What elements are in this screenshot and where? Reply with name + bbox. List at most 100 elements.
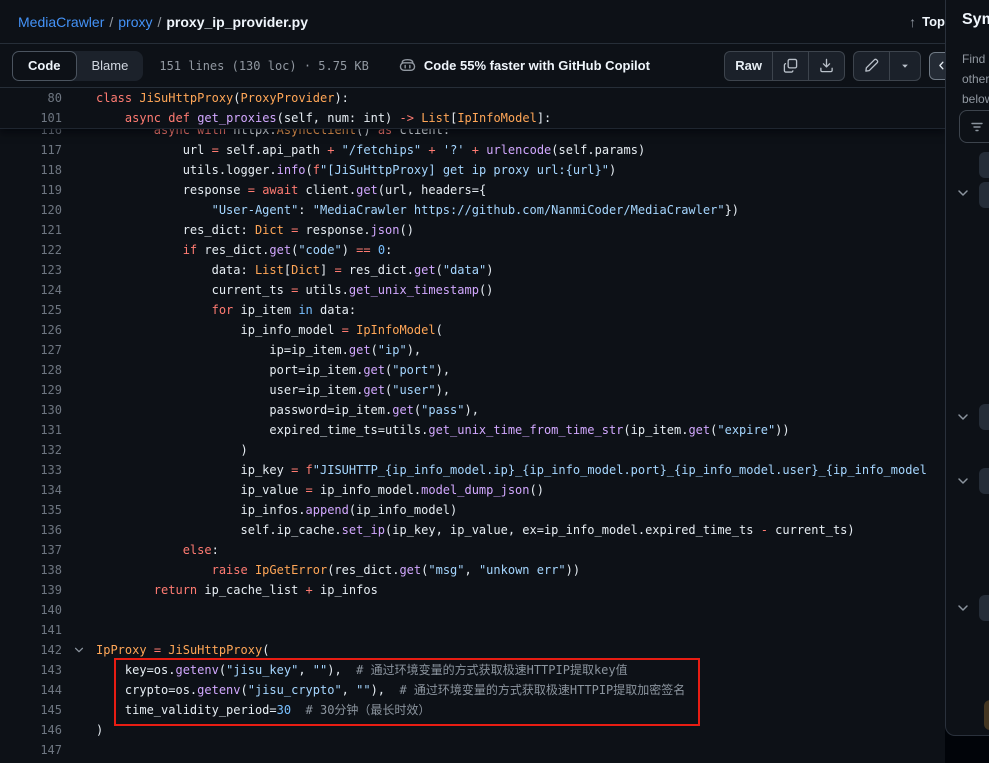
code-line: 119 response = await client.get(url, hea… xyxy=(0,180,945,200)
symbol-list-item[interactable] xyxy=(979,152,989,178)
code-text: ) xyxy=(96,440,945,460)
line-number[interactable]: 137 xyxy=(0,540,62,560)
symbol-list-item[interactable] xyxy=(979,595,989,621)
code-line: 141 xyxy=(0,620,945,640)
code-text xyxy=(96,620,945,640)
line-number[interactable]: 143 xyxy=(0,660,62,680)
line-number[interactable]: 126 xyxy=(0,320,62,340)
code-fold-gutter xyxy=(62,220,96,240)
sticky-code-line: 101 async def get_proxies(self, num: int… xyxy=(0,108,945,128)
code-text: self.ip_cache.set_ip(ip_key, ip_value, e… xyxy=(96,520,945,540)
code-fold-gutter xyxy=(62,660,96,680)
code-fold-gutter xyxy=(62,460,96,480)
code-fold-gutter xyxy=(62,260,96,280)
code-text: key=os.getenv("jisu_key", ""), # 通过环境变量的… xyxy=(96,660,945,680)
code-line: 145 time_validity_period=30 # 30分钟（最长时效） xyxy=(0,700,945,720)
line-number[interactable]: 80 xyxy=(0,88,62,108)
code-text: response = await client.get(url, headers… xyxy=(96,180,945,200)
line-number[interactable]: 101 xyxy=(0,108,62,128)
code-text: url = self.api_path + "/fetchips" + '?' … xyxy=(96,140,945,160)
code-text xyxy=(96,740,945,760)
scroll-to-top-button[interactable]: ↑ Top xyxy=(909,14,945,30)
line-number[interactable]: 146 xyxy=(0,720,62,740)
line-number[interactable]: 133 xyxy=(0,460,62,480)
code-fold-gutter xyxy=(62,560,96,580)
code-line: 122 if res_dict.get("code") == 0: xyxy=(0,240,945,260)
line-number[interactable]: 121 xyxy=(0,220,62,240)
line-number[interactable]: 132 xyxy=(0,440,62,460)
code-fold-gutter xyxy=(62,280,96,300)
breadcrumb-repo-link[interactable]: MediaCrawler xyxy=(18,14,104,30)
chevron-down-icon[interactable] xyxy=(956,410,970,424)
line-number[interactable]: 127 xyxy=(0,340,62,360)
line-number[interactable]: 119 xyxy=(0,180,62,200)
code-fold-gutter xyxy=(62,700,96,720)
code-line: 138 raise IpGetError(res_dict.get("msg",… xyxy=(0,560,945,580)
line-number[interactable]: 120 xyxy=(0,200,62,220)
code-line: 128 port=ip_item.get("port"), xyxy=(0,360,945,380)
copilot-banner[interactable]: Code 55% faster with GitHub Copilot xyxy=(399,57,650,74)
code-fold-gutter xyxy=(62,240,96,260)
line-number[interactable]: 141 xyxy=(0,620,62,640)
chevron-down-icon[interactable] xyxy=(956,474,970,488)
edit-file-button[interactable] xyxy=(854,52,889,80)
line-number[interactable]: 125 xyxy=(0,300,62,320)
line-number[interactable]: 124 xyxy=(0,280,62,300)
line-number[interactable]: 128 xyxy=(0,360,62,380)
line-number[interactable]: 147 xyxy=(0,740,62,760)
breadcrumb-folder-link[interactable]: proxy xyxy=(118,14,152,30)
code-line: 144 crypto=os.getenv("jisu_crypto", ""),… xyxy=(0,680,945,700)
symbols-panel-heading: Symbols xyxy=(962,11,989,29)
line-number[interactable]: 140 xyxy=(0,600,62,620)
code-line: 118 utils.logger.info(f"[JiSuHttpProxy] … xyxy=(0,160,945,180)
symbols-panel: Symbols Find other below xyxy=(945,0,989,736)
line-number[interactable]: 135 xyxy=(0,500,62,520)
code-fold-gutter xyxy=(62,300,96,320)
code-fold-gutter xyxy=(62,140,96,160)
tab-code[interactable]: Code xyxy=(12,51,77,81)
line-number[interactable]: 144 xyxy=(0,680,62,700)
line-number[interactable]: 123 xyxy=(0,260,62,280)
copilot-icon xyxy=(399,57,416,74)
code-text: password=ip_item.get("pass"), xyxy=(96,400,945,420)
line-number[interactable]: 139 xyxy=(0,580,62,600)
code-text: crypto=os.getenv("jisu_crypto", ""), # 通… xyxy=(96,680,945,700)
edit-dropdown-button[interactable] xyxy=(890,52,920,80)
copy-raw-button[interactable] xyxy=(773,52,808,80)
code-line: 133 ip_key = f"JISUHTTP_{ip_info_model.i… xyxy=(0,460,945,480)
symbol-list-item[interactable] xyxy=(979,468,989,494)
line-number[interactable]: 138 xyxy=(0,560,62,580)
line-number[interactable]: 145 xyxy=(0,700,62,720)
tab-blame[interactable]: Blame xyxy=(77,51,144,81)
code-fold-chevron-icon[interactable] xyxy=(62,640,96,660)
copilot-banner-text: Code 55% faster with GitHub Copilot xyxy=(424,58,650,73)
symbol-list-item-highlighted[interactable] xyxy=(984,700,989,730)
chevron-down-icon[interactable] xyxy=(956,601,970,615)
symbol-list-item[interactable] xyxy=(979,182,989,208)
line-number[interactable]: 131 xyxy=(0,420,62,440)
line-number[interactable]: 118 xyxy=(0,160,62,180)
line-number[interactable]: 129 xyxy=(0,380,62,400)
line-number[interactable]: 136 xyxy=(0,520,62,540)
line-number[interactable]: 142 xyxy=(0,640,62,660)
code-line: 129 user=ip_item.get("user"), xyxy=(0,380,945,400)
line-number[interactable]: 117 xyxy=(0,140,62,160)
code-line: 117 url = self.api_path + "/fetchips" + … xyxy=(0,140,945,160)
sticky-code-line: 80class JiSuHttpProxy(ProxyProvider): xyxy=(0,88,945,108)
download-raw-button[interactable] xyxy=(809,52,844,80)
symbol-list-item[interactable] xyxy=(979,404,989,430)
code-fold-gutter xyxy=(62,620,96,640)
code-line: 123 data: List[Dict] = res_dict.get("dat… xyxy=(0,260,945,280)
code-fold-gutter xyxy=(62,740,96,760)
code-fold-gutter xyxy=(62,720,96,740)
line-number[interactable]: 134 xyxy=(0,480,62,500)
code-text: res_dict: Dict = response.json() xyxy=(96,220,945,240)
raw-button[interactable]: Raw xyxy=(725,52,772,80)
code-fold-gutter xyxy=(62,580,96,600)
code-line: 124 current_ts = utils.get_unix_timestam… xyxy=(0,280,945,300)
symbols-filter-button[interactable] xyxy=(959,110,989,143)
line-number[interactable]: 130 xyxy=(0,400,62,420)
chevron-down-icon[interactable] xyxy=(956,186,970,200)
line-number[interactable]: 122 xyxy=(0,240,62,260)
code-fold-gutter xyxy=(62,160,96,180)
